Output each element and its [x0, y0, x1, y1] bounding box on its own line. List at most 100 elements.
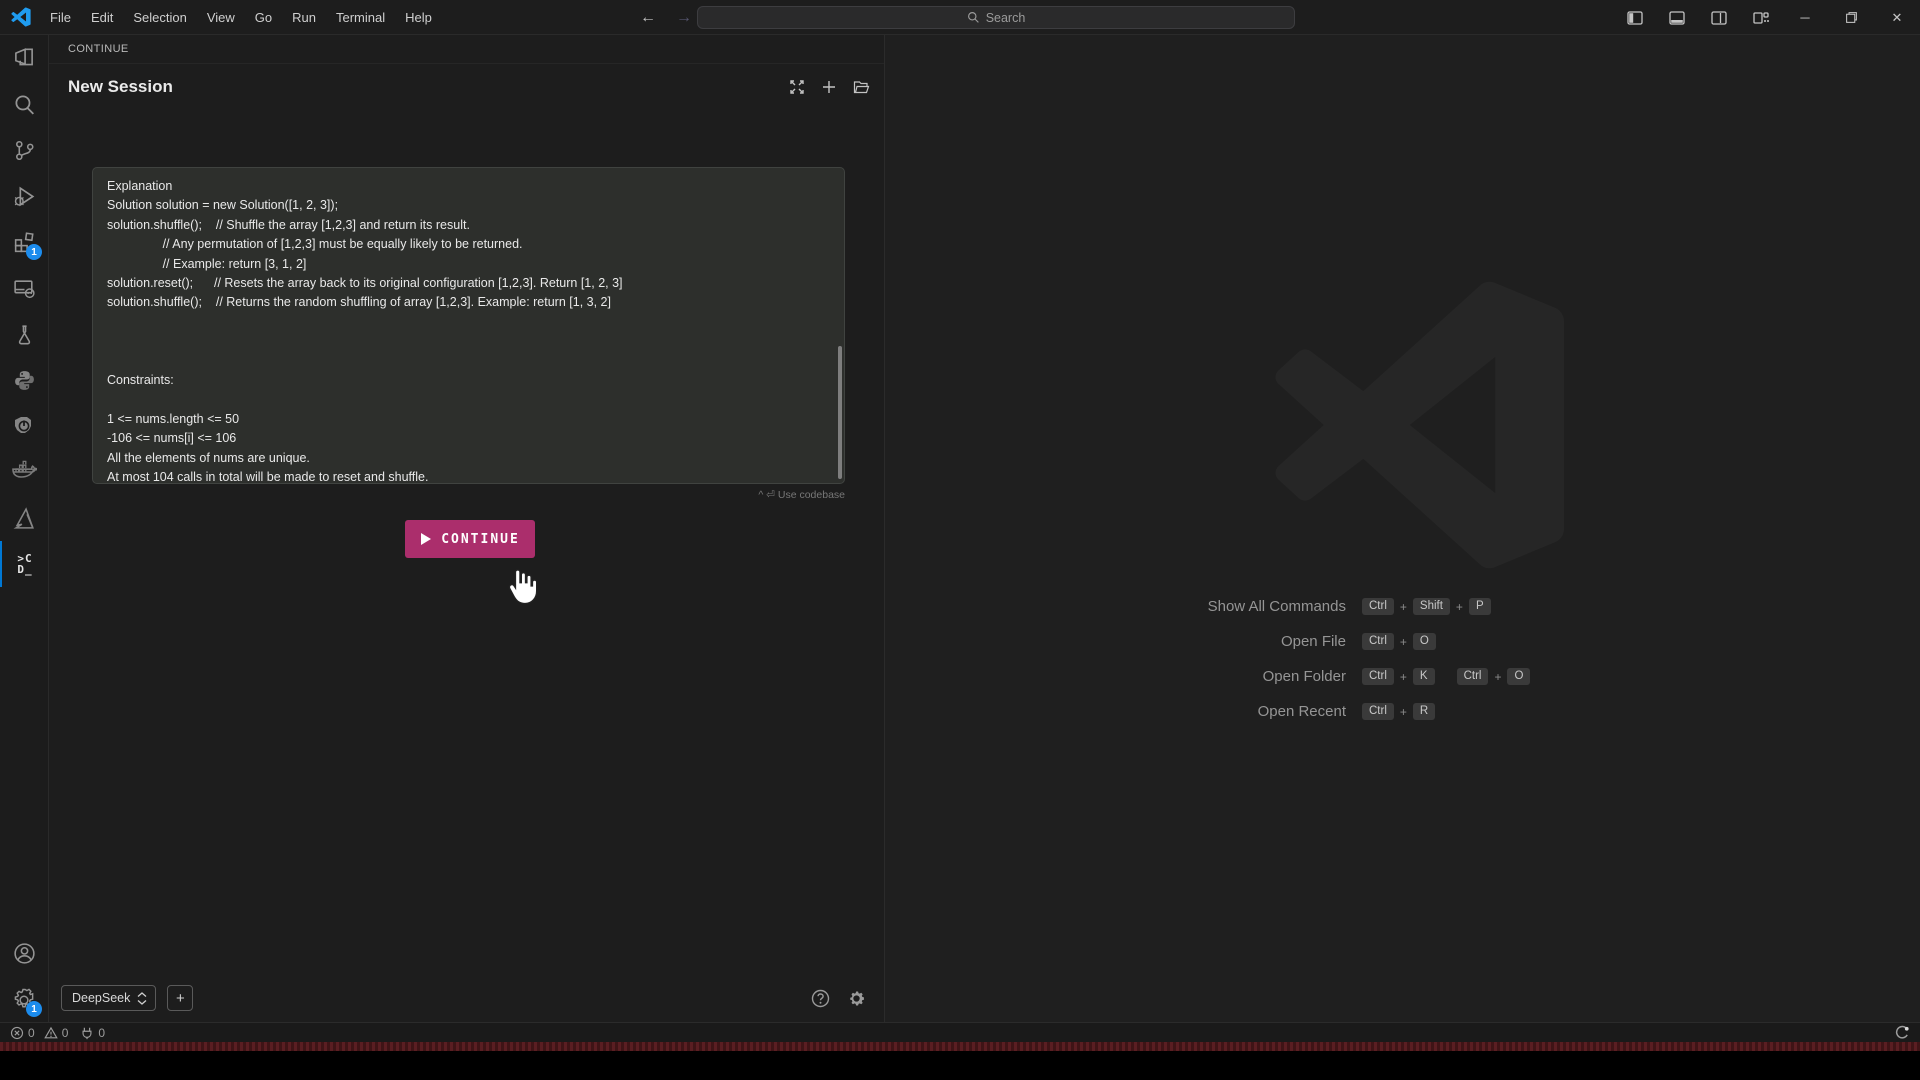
prompt-line	[107, 332, 830, 351]
prompt-line: Constraints:	[107, 373, 174, 388]
prompt-line: Explanation	[107, 179, 173, 193]
azure-icon	[12, 506, 34, 529]
keyboard-shortcuts-watermark: Show All Commands Ctrl + Shift + P Open File Ct…	[1186, 597, 1531, 721]
key-ctrl: Ctrl	[1362, 633, 1394, 650]
add-model-button[interactable]: +	[167, 985, 194, 1011]
history-navigation: ← →	[640, 0, 692, 35]
extensions-badge: 1	[26, 244, 42, 260]
shortcut-keys: Ctrl + R	[1362, 703, 1530, 720]
menu-run[interactable]: Run	[283, 6, 325, 29]
prompt-line	[107, 352, 830, 371]
menu-edit[interactable]: Edit	[82, 6, 122, 29]
key-ctrl: Ctrl	[1362, 703, 1394, 720]
fullscreen-icon[interactable]	[789, 79, 805, 95]
search-placeholder: Search	[985, 10, 1026, 25]
mouse-cursor-hand	[508, 569, 538, 605]
activity-item-explorer[interactable]	[0, 35, 48, 81]
activity-item-docker[interactable]	[0, 449, 48, 495]
shortcut-label: Open Folder	[1262, 668, 1346, 685]
status-bar: 0 0 0	[0, 1022, 1920, 1042]
warning-icon	[43, 1026, 58, 1038]
use-codebase-hint: ^ ⏎ Use codebase	[758, 489, 845, 501]
chevron-up-down-icon	[137, 991, 147, 1005]
activity-item-azure[interactable]	[0, 495, 48, 541]
account-icon	[13, 942, 35, 964]
search-icon	[967, 12, 979, 23]
panel-bottom-bar: DeepSeek +	[49, 984, 884, 1012]
bottom-black-strip	[0, 1051, 1920, 1080]
shortcut-label: Open File	[1280, 633, 1346, 650]
activity-item-settings[interactable]: 1	[0, 976, 48, 1022]
help-icon[interactable]	[811, 989, 830, 1008]
new-session-plus-icon[interactable]	[821, 79, 837, 95]
vscode-watermark-logo	[1275, 281, 1564, 569]
toggle-secondary-sidebar-icon[interactable]	[1711, 10, 1727, 26]
warning-count: 0	[61, 1025, 69, 1040]
prompt-scrollbar[interactable]	[838, 346, 842, 479]
plus-separator: +	[1455, 599, 1463, 614]
source-control-icon	[15, 140, 34, 160]
menu-file[interactable]: File	[41, 6, 80, 29]
activity-item-python[interactable]	[0, 357, 48, 403]
activity-item-search[interactable]	[0, 81, 48, 127]
settings-gear-icon[interactable]	[847, 989, 866, 1008]
activity-item-account[interactable]	[0, 930, 48, 976]
search-icon	[14, 94, 34, 115]
prompt-input-block[interactable]: Explanation Solution solution = new Solut…	[92, 167, 845, 484]
customize-layout-icon[interactable]	[1753, 10, 1769, 26]
close-button[interactable]: ✕	[1874, 0, 1920, 35]
panel-title: CONTINUE	[68, 43, 129, 55]
forward-arrow-icon[interactable]: →	[676, 9, 692, 27]
prompt-line: solution.reset(); // Resets the array ba…	[107, 276, 623, 291]
key-p: P	[1468, 598, 1491, 615]
activity-item-source-control[interactable]	[0, 127, 48, 173]
ports-count: 0	[98, 1025, 106, 1040]
restore-button[interactable]	[1828, 0, 1874, 35]
prompt-line: 1 <= nums.length <= 50	[107, 411, 240, 426]
activity-item-power[interactable]	[0, 403, 48, 449]
window-controls: ─ ✕	[1614, 0, 1920, 35]
plus-separator: +	[1494, 669, 1502, 684]
menu-selection[interactable]: Selection	[124, 6, 195, 29]
problems-indicator[interactable]: 0 0	[10, 1026, 68, 1040]
activity-item-continue[interactable]: >C D_	[0, 541, 48, 587]
editor-area: Show All Commands Ctrl + Shift + P Open File Ct…	[886, 35, 1920, 1022]
title-bar: File Edit Selection View Go Run Terminal Help ←…	[0, 0, 1920, 35]
key-o: O	[1507, 668, 1531, 685]
menu-go[interactable]: Go	[246, 6, 281, 29]
play-icon	[421, 533, 432, 545]
activity-item-run-debug[interactable]	[0, 173, 48, 219]
shortcut-keys: Ctrl + K Ctrl + O	[1362, 668, 1531, 685]
minimize-button[interactable]: ─	[1782, 0, 1828, 35]
continue-button[interactable]: CONTINUE	[405, 520, 535, 558]
back-arrow-icon[interactable]: ←	[640, 9, 656, 27]
ports-plug-icon	[82, 1027, 92, 1039]
activity-item-remote-explorer[interactable]	[0, 265, 48, 311]
shortcut-keys: Ctrl + Shift + P	[1362, 598, 1530, 615]
prompt-line: // Example: return [3, 1, 2]	[107, 256, 307, 271]
open-folder-icon[interactable]	[853, 79, 870, 95]
prompt-line: solution.shuffle(); // Returns the rando…	[107, 295, 611, 310]
notification-bell-icon[interactable]	[1895, 1025, 1910, 1040]
command-center-search[interactable]: Search	[697, 6, 1295, 29]
menu-view[interactable]: View	[198, 6, 244, 29]
activity-item-testing[interactable]	[0, 311, 48, 357]
key-ctrl: Ctrl	[1362, 668, 1394, 685]
menu-help[interactable]: Help	[396, 6, 441, 29]
prompt-line: solution.shuffle(); // Shuffle the array…	[107, 217, 470, 232]
model-selector[interactable]: DeepSeek	[61, 985, 157, 1011]
toggle-panel-icon[interactable]	[1669, 10, 1685, 26]
settings-badge: 1	[26, 1001, 42, 1017]
prompt-line: // Any permutation of [1,2,3] must be eq…	[107, 237, 523, 252]
activity-item-extensions[interactable]: 1	[0, 219, 48, 265]
shortcut-label: Open Recent	[1257, 703, 1346, 720]
session-header: New Session	[49, 63, 884, 109]
toggle-sidebar-icon[interactable]	[1627, 10, 1643, 26]
prompt-line: -106 <= nums[i] <= 106	[107, 431, 237, 446]
continue-icon: >C D_	[17, 552, 33, 576]
key-o: O	[1412, 633, 1436, 650]
shortcut-label: Show All Commands	[1207, 598, 1346, 615]
menu-terminal[interactable]: Terminal	[327, 6, 394, 29]
ports-indicator[interactable]: 0	[80, 1026, 105, 1040]
prompt-line: All the elements of nums are unique.	[107, 450, 310, 465]
